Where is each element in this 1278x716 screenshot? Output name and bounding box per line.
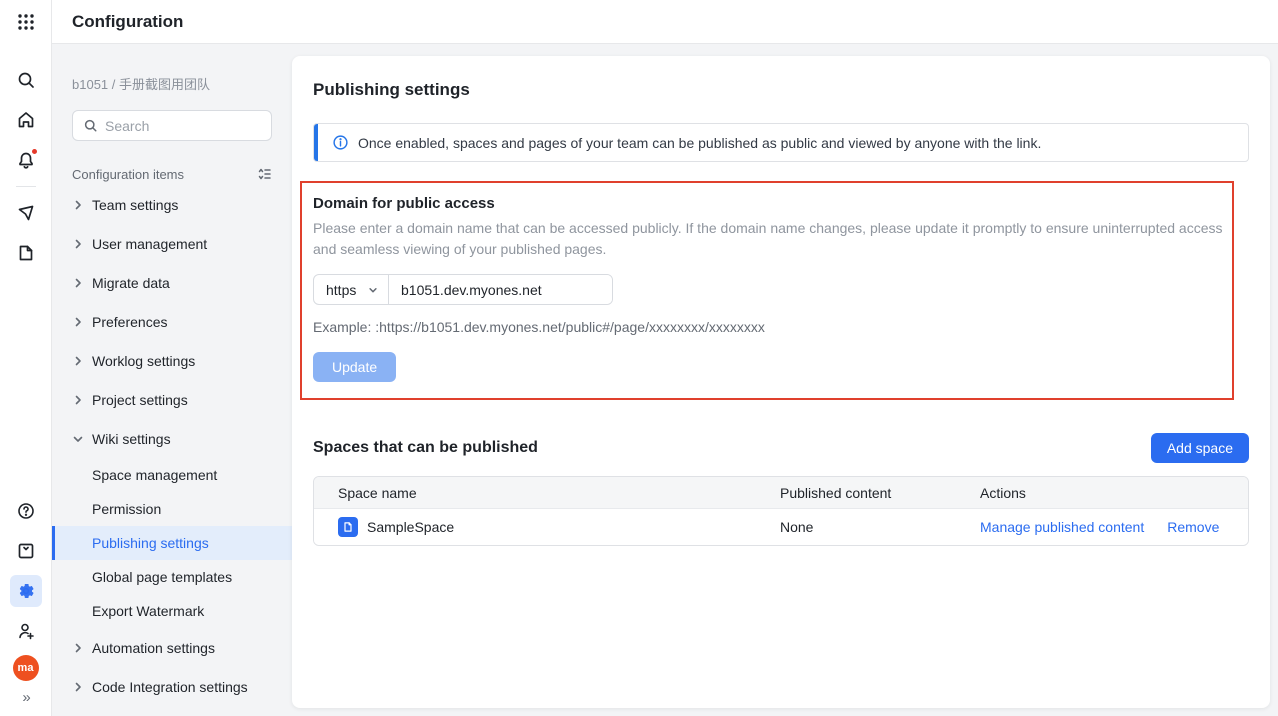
domain-example-text: Example: :https://b1051.dev.myones.net/p… [313, 319, 765, 335]
configuration-items-row: Configuration items [72, 166, 272, 182]
table-row: SampleSpace None Manage published conten… [314, 508, 1248, 545]
spaces-section-title: Spaces that can be published [313, 439, 538, 456]
team-breadcrumb: b1051 / 手册截图用团队 [72, 77, 210, 92]
domain-section-title: Domain for public access [313, 195, 495, 212]
chevron-right-icon [72, 681, 92, 693]
app-root: ma » Configuration b1051 / 手册截图用团队 Confi… [0, 0, 1278, 716]
add-member-icon[interactable] [10, 615, 42, 647]
chevron-right-icon [72, 642, 92, 654]
help-circle-icon[interactable] [10, 495, 42, 527]
configuration-sidebar: b1051 / 手册截图用团队 Configuration items Team… [52, 44, 292, 716]
domain-input-group: https [313, 274, 613, 305]
search-icon[interactable] [10, 64, 42, 96]
sidebar-item-label: Wiki settings [92, 430, 171, 447]
manage-published-content-link[interactable]: Manage published content [980, 519, 1144, 535]
search-input[interactable] [105, 117, 245, 134]
sidebar-item-label: Publishing settings [92, 535, 209, 551]
page-body: b1051 / 手册截图用团队 Configuration items Team… [52, 44, 1278, 716]
space-icon [338, 517, 358, 537]
home-icon[interactable] [10, 104, 42, 136]
notifications-bell-icon[interactable] [10, 144, 42, 176]
chevron-right-icon [72, 199, 92, 211]
domain-section-description: Please enter a domain name that can be a… [313, 220, 1223, 257]
protocol-value: https [326, 281, 357, 298]
workspace-box-icon[interactable] [10, 535, 42, 567]
export-file-icon[interactable] [10, 237, 42, 269]
notification-badge-dot [30, 148, 38, 155]
sidebar-item-label: Export Watermark [92, 603, 205, 619]
collapse-all-icon[interactable] [256, 166, 272, 182]
section-title: Publishing settings [313, 80, 470, 99]
info-banner: Once enabled, spaces and pages of your t… [313, 123, 1249, 162]
spaces-table: Space name Published content Actions Sam… [313, 476, 1249, 546]
rail-divider [15, 186, 36, 187]
remove-link[interactable]: Remove [1167, 519, 1219, 535]
sidebar-item-migrate-data[interactable]: Migrate data [72, 263, 272, 302]
sidebar-item-label: Preferences [92, 313, 168, 330]
space-name[interactable]: SampleSpace [367, 519, 454, 535]
sidebar-item-worklog-settings[interactable]: Worklog settings [72, 341, 272, 380]
spaces-table-header: Space name Published content Actions [314, 477, 1248, 508]
sidebar-item-publishing-settings[interactable]: Publishing settings [52, 526, 292, 560]
wiki-send-icon[interactable] [10, 197, 42, 229]
sidebar-item-project-settings[interactable]: Project settings [72, 380, 272, 419]
protocol-select[interactable]: https [314, 275, 389, 304]
chevron-right-icon [72, 277, 92, 289]
sidebar-item-user-management[interactable]: User management [72, 224, 272, 263]
chevron-right-icon [72, 238, 92, 250]
sidebar-item-space-management[interactable]: Space management [52, 458, 292, 492]
collapse-rail-button[interactable]: » [22, 689, 30, 710]
sidebar-item-wiki-settings[interactable]: Wiki settings [72, 419, 272, 458]
search-input-icon [84, 119, 97, 132]
sidebar-item-permission[interactable]: Permission [52, 492, 292, 526]
sidebar-item-label: Code Integration settings [92, 678, 248, 695]
left-icon-rail: ma » [0, 0, 52, 716]
domain-input[interactable] [389, 275, 612, 304]
configuration-items-label: Configuration items [72, 166, 184, 182]
sidebar-item-preferences[interactable]: Preferences [72, 302, 272, 341]
page-title: Configuration [72, 11, 184, 31]
sidebar-item-label: Migrate data [92, 274, 170, 291]
chevron-right-icon [72, 316, 92, 328]
rail-bottom-group: ma » [9, 495, 42, 716]
column-header-published-content: Published content [780, 484, 892, 501]
spaces-header-row: Spaces that can be published Add space [313, 433, 1249, 463]
column-header-actions: Actions [980, 484, 1026, 501]
sidebar-item-label: Project settings [92, 391, 188, 408]
sidebar-item-automation-settings[interactable]: Automation settings [72, 628, 272, 667]
top-bar: Configuration [52, 0, 1278, 44]
sidebar-item-label: Team settings [92, 196, 179, 213]
info-icon [333, 135, 348, 150]
sidebar-item-team-settings[interactable]: Team settings [72, 185, 272, 224]
sidebar-item-export-watermark[interactable]: Export Watermark [52, 594, 292, 628]
sidebar-item-label: Global page templates [92, 569, 233, 585]
info-banner-text: Once enabled, spaces and pages of your t… [358, 134, 1042, 151]
chevron-right-icon [72, 394, 92, 406]
sidebar-item-label: User management [92, 235, 208, 252]
sidebar-item-label: Permission [92, 501, 162, 517]
sidebar-item-global-page-templates[interactable]: Global page templates [52, 560, 292, 594]
sidebar-search[interactable] [72, 110, 272, 141]
update-button[interactable]: Update [313, 352, 397, 382]
settings-gear-icon[interactable] [9, 575, 42, 607]
chevron-down-icon [369, 287, 377, 292]
sidebar-item-label: Space management [92, 467, 218, 483]
sidebar-nav: Team settings User management Migrate da… [52, 185, 292, 706]
published-content-value: None [780, 519, 814, 535]
user-avatar[interactable]: ma [12, 655, 39, 681]
domain-section: Domain for public access Please enter a … [300, 181, 1249, 400]
publishing-settings-panel: Publishing settings Once enabled, spaces… [292, 56, 1270, 708]
column-header-space-name: Space name [338, 484, 417, 501]
apps-grid-icon[interactable] [10, 6, 42, 38]
rail-top-group [10, 0, 42, 269]
sidebar-item-label: Worklog settings [92, 352, 196, 369]
chevron-right-icon [72, 355, 92, 367]
sidebar-item-label: Automation settings [92, 639, 215, 656]
sidebar-item-code-integration-settings[interactable]: Code Integration settings [72, 667, 272, 706]
add-space-button[interactable]: Add space [1150, 433, 1249, 463]
chevron-down-icon [72, 433, 92, 445]
